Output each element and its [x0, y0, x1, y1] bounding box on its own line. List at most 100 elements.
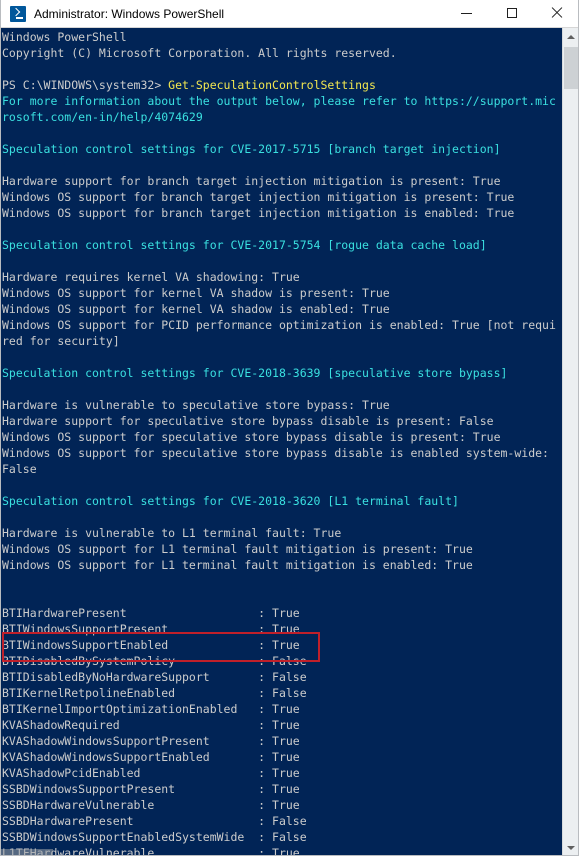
horizontal-scroll-nub[interactable] — [0, 849, 53, 856]
console-line: Hardware is vulnerable to speculative st… — [1, 397, 562, 413]
console-line-text: Hardware is vulnerable to L1 terminal fa… — [2, 526, 342, 540]
console-line: Windows OS support for speculative store… — [1, 445, 562, 461]
console-line-text: Speculation control settings for CVE-201… — [2, 366, 508, 380]
console-line: Speculation control settings for CVE-201… — [1, 237, 562, 253]
console-line-text: Copyright (C) Microsoft Corporation. All… — [2, 46, 397, 60]
vertical-scrollbar[interactable] — [562, 28, 579, 856]
scroll-up-arrow[interactable] — [563, 28, 579, 45]
console-line: Speculation control settings for CVE-201… — [1, 141, 562, 157]
console-line-text: Windows OS support for L1 terminal fault… — [2, 558, 473, 572]
powershell-icon — [10, 5, 26, 22]
console-output-area[interactable]: Windows PowerShell Copyright (C) Microsof… — [0, 28, 562, 856]
console-line-text: KVAShadowRequired : True — [2, 718, 300, 732]
maximize-button[interactable] — [489, 0, 534, 27]
console-line-text: SSBDHardwareVulnerable : True — [2, 798, 300, 812]
console-line-text: Windows OS support for speculative store… — [2, 446, 549, 460]
console-line: Windows OS support for L1 terminal fault… — [1, 541, 562, 557]
console-line: Windows OS support for kernel VA shadow … — [1, 301, 562, 317]
console-line: BTIDisabledByNoHardwareSupport : False — [1, 669, 562, 685]
powershell-window: Administrator: Windows PowerShell Window… — [0, 0, 579, 856]
console-line-text: Windows PowerShell — [2, 30, 127, 44]
console-line: KVAShadowRequired : True — [1, 717, 562, 733]
console-line: Hardware support for speculative store b… — [1, 413, 562, 429]
console-line-text: KVAShadowWindowsSupportEnabled : True — [2, 750, 300, 764]
console-line: Copyright (C) Microsoft Corporation. All… — [1, 45, 562, 61]
console-command-text: Get-SpeculationControlSettings — [168, 78, 376, 92]
maximize-icon — [506, 8, 517, 18]
console-line: SSBDHardwareVulnerable : True — [1, 797, 562, 813]
console-line-text: For more information about the output be… — [2, 94, 556, 108]
console-line: L1TFHardwareVulnerable : True — [1, 845, 562, 856]
console-line-text: Windows OS support for branch target inj… — [2, 206, 515, 220]
console-line-text: BTIDisabledBySystemPolicy : False — [2, 654, 307, 668]
scroll-down-arrow[interactable] — [563, 839, 579, 856]
close-icon — [551, 7, 563, 19]
console-line: red for security] — [1, 333, 562, 349]
console-line: Speculation control settings for CVE-201… — [1, 365, 562, 381]
console-line-text: Hardware is vulnerable to speculative st… — [2, 398, 390, 412]
console-line: BTIDisabledBySystemPolicy : False — [1, 653, 562, 669]
console-line-text: Windows OS support for kernel VA shadow … — [2, 302, 390, 316]
console-line: SSBDWindowsSupportPresent : True — [1, 781, 562, 797]
console-line-text: Windows OS support for kernel VA shadow … — [2, 286, 390, 300]
console-line: Windows OS support for branch target inj… — [1, 189, 562, 205]
powershell-icon-bar — [16, 16, 23, 19]
console-line-text: BTIDisabledByNoHardwareSupport : False — [2, 670, 307, 684]
console-line: Windows OS support for L1 terminal fault… — [1, 557, 562, 573]
close-button[interactable] — [534, 0, 579, 27]
console-line: For more information about the output be… — [1, 93, 562, 109]
console-text: Windows PowerShell Copyright (C) Microsof… — [1, 29, 562, 856]
chevron-up-icon — [567, 34, 575, 39]
console-line: BTIWindowsSupportPresent : True — [1, 621, 562, 637]
window-controls — [444, 0, 579, 28]
console-line-text: rosoft.com/en-in/help/4074629 — [2, 110, 203, 124]
console-line-text: BTIWindowsSupportPresent : True — [2, 622, 300, 636]
title-bar[interactable]: Administrator: Windows PowerShell — [0, 0, 579, 28]
console-line: Hardware requires kernel VA shadowing: T… — [1, 269, 562, 285]
console-line: PS C:\WINDOWS\system32> Get-SpeculationC… — [1, 77, 562, 93]
console-line: Speculation control settings for CVE-201… — [1, 493, 562, 509]
minimize-icon — [461, 12, 472, 14]
console-line: BTIKernelRetpolineEnabled : False — [1, 685, 562, 701]
window-title: Administrator: Windows PowerShell — [34, 6, 225, 21]
console-line: KVAShadowWindowsSupportEnabled : True — [1, 749, 562, 765]
console-line-text: BTIKernelRetpolineEnabled : False — [2, 686, 307, 700]
console-line: BTIWindowsSupportEnabled : True — [1, 637, 562, 653]
minimize-button[interactable] — [444, 0, 489, 27]
console-line-text: Speculation control settings for CVE-201… — [2, 238, 487, 252]
console-line: KVAShadowWindowsSupportPresent : True — [1, 733, 562, 749]
console-line-text: SSBDHardwarePresent : False — [2, 814, 307, 828]
console-line-text: KVAShadowWindowsSupportPresent : True — [2, 734, 300, 748]
console-line-text: SSBDWindowsSupportPresent : True — [2, 782, 300, 796]
console-line-text: red for security] — [2, 334, 120, 348]
console-line: Windows OS support for branch target inj… — [1, 205, 562, 221]
console-line-text: Speculation control settings for CVE-201… — [2, 494, 459, 508]
console-line-text: SSBDWindowsSupportEnabledSystemWide : Fa… — [2, 830, 307, 844]
console-line-text: Windows OS support for speculative store… — [2, 430, 501, 444]
console-line-text: BTIKernelImportOptimizationEnabled : Tru… — [2, 702, 300, 716]
console-line-text: False — [2, 462, 37, 476]
console-line: Windows OS support for PCID performance … — [1, 317, 562, 333]
console-line-text: Hardware support for speculative store b… — [2, 414, 494, 428]
console-line-text: Windows OS support for L1 terminal fault… — [2, 542, 473, 556]
scrollbar-thumb[interactable] — [564, 47, 579, 89]
console-line: Windows OS support for speculative store… — [1, 429, 562, 445]
console-line: KVAShadowPcidEnabled : True — [1, 765, 562, 781]
console-line: Windows PowerShell — [1, 29, 562, 45]
console-line: SSBDHardwarePresent : False — [1, 813, 562, 829]
console-line: Hardware support for branch target injec… — [1, 173, 562, 189]
console-line: rosoft.com/en-in/help/4074629 — [1, 109, 562, 125]
console-line: Windows OS support for kernel VA shadow … — [1, 285, 562, 301]
powershell-icon-chevron — [11, 7, 21, 16]
console-line-text: Hardware support for branch target injec… — [2, 174, 501, 188]
console-line-text: PS C:\WINDOWS\system32> — [2, 78, 169, 92]
console-line-text: Speculation control settings for CVE-201… — [2, 142, 501, 156]
